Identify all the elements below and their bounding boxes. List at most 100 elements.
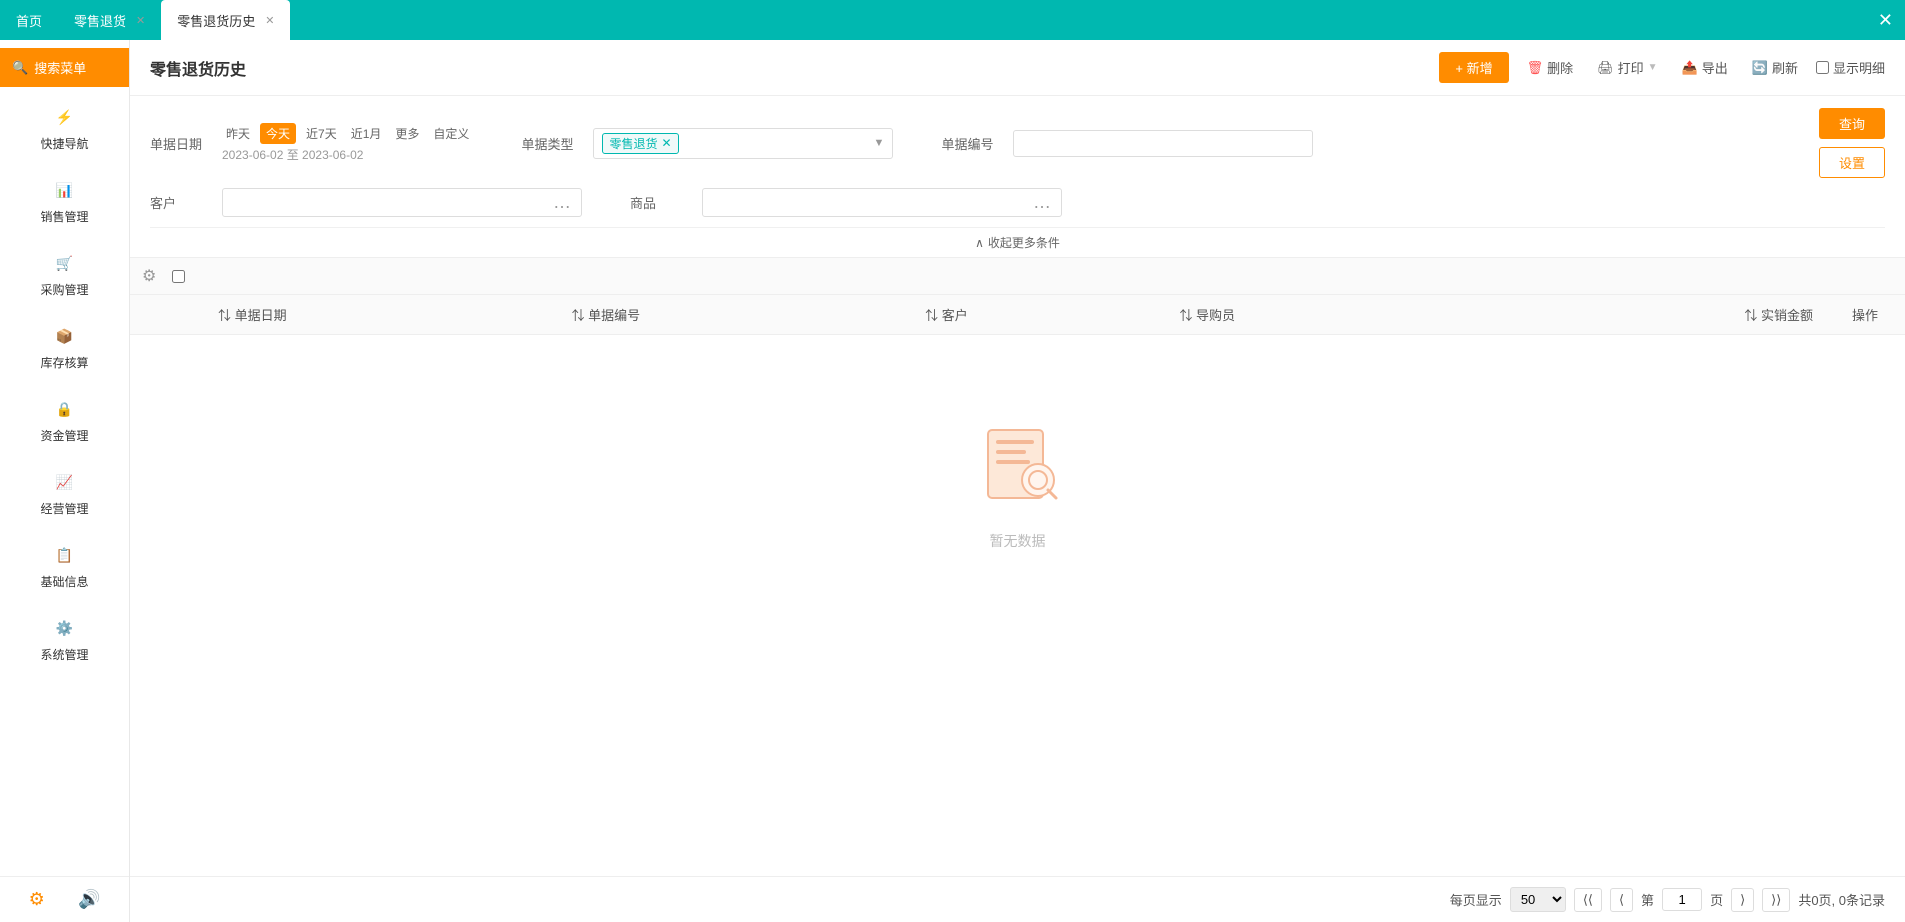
sidebar-item-sales-mgmt[interactable]: 📊 销售管理 [0, 164, 129, 237]
shortcut-today[interactable]: 今天 [260, 123, 296, 144]
sidebar-settings-icon[interactable]: ⚙ [29, 889, 45, 910]
data-table: ⇅ 单据日期 ⇅ 单据编号 ⇅ 客户 ⇅ 导购员 ⇅ 实销金额 [130, 295, 1905, 335]
inventory-icon: 📦 [51, 322, 79, 350]
type-select-arrow-icon: ▼ [874, 137, 885, 149]
delete-button[interactable]: 🗑 删除 [1521, 54, 1580, 81]
refresh-label: 刷新 [1772, 58, 1798, 77]
filter-area: 单据日期 昨天 今天 近7天 近1月 更多 自定义 2023-06-02 至 2… [130, 96, 1905, 257]
date-filter-label: 单据日期 [150, 134, 206, 153]
shortcut-yesterday[interactable]: 昨天 [222, 123, 254, 144]
quick-nav-icon: ⚡ [51, 103, 79, 131]
pagination: 每页显示 10 20 50 100 ⟨⟨ ⟨ 第 页 ⟩ ⟩⟩ 共0页, 0条记… [130, 876, 1905, 922]
tab-retail-return-label: 零售退货 [74, 11, 126, 30]
page-number-input[interactable] [1662, 888, 1702, 911]
print-icon: 🖨 [1597, 60, 1614, 76]
type-tag-text: 零售退货 [609, 135, 657, 152]
page-header: 零售退货历史 + 新增 🗑 删除 🖨 打印 ▼ 📤 导出 🔄 [130, 40, 1905, 96]
th-customer[interactable]: ⇅ 客户 [913, 295, 1167, 335]
th-ops-label: 操作 [1852, 308, 1878, 323]
th-customer-label: ⇅ 客户 [925, 308, 968, 323]
shortcut-1month[interactable]: 近1月 [347, 123, 386, 144]
query-button[interactable]: 查询 [1819, 108, 1885, 139]
search-icon: 🔍 [12, 60, 28, 76]
sidebar-item-quick-nav[interactable]: ⚡ 快捷导航 [0, 91, 129, 164]
sidebar-item-operations-label: 经营管理 [40, 500, 88, 517]
operations-icon: 📈 [51, 468, 79, 496]
sidebar-item-sys-mgmt[interactable]: ⚙️ 系统管理 [0, 602, 129, 675]
table-container: ⚙ ⇅ 单据日期 ⇅ 单据编号 ⇅ 客户 [130, 257, 1905, 922]
refresh-icon: 🔄 [1752, 60, 1768, 76]
prev-page-button[interactable]: ⟨ [1610, 888, 1633, 912]
th-date[interactable]: ⇅ 单据日期 [206, 295, 560, 335]
collapse-up-icon: ∧ [975, 236, 984, 250]
show-detail-checkbox[interactable]: 显示明细 [1816, 58, 1885, 77]
toolbar: + 新增 🗑 删除 🖨 打印 ▼ 📤 导出 🔄 刷新 [1439, 52, 1885, 83]
th-ops: 操作 [1825, 295, 1905, 335]
type-tag: 零售退货 ✕ [602, 133, 678, 154]
sidebar-item-sales-mgmt-label: 销售管理 [40, 208, 88, 225]
print-button[interactable]: 🖨 打印 ▼ [1591, 54, 1663, 81]
add-button[interactable]: + 新增 [1439, 52, 1508, 83]
show-detail-input[interactable] [1816, 61, 1829, 74]
page-label-after: 页 [1710, 890, 1723, 909]
shortcut-more[interactable]: 更多 [391, 123, 423, 144]
tab-retail-return-history-label: 零售退货历史 [177, 11, 255, 30]
sidebar-item-finance[interactable]: 🔒 资金管理 [0, 383, 129, 456]
type-tag-close[interactable]: ✕ [661, 136, 671, 150]
collapse-bar[interactable]: ∧ 收起更多条件 [150, 227, 1885, 257]
tab-retail-return[interactable]: 零售退货 ✕ [58, 0, 161, 40]
sidebar-audio-icon[interactable]: 🔊 [78, 889, 100, 910]
th-voucher-no[interactable]: ⇅ 单据编号 [560, 295, 914, 335]
tab-home-label: 首页 [16, 11, 42, 30]
page-label-before: 第 [1641, 890, 1654, 909]
basic-info-icon: 📋 [51, 541, 79, 569]
tab-retail-return-close[interactable]: ✕ [136, 14, 145, 27]
tab-home[interactable]: 首页 [0, 0, 58, 40]
settings-button[interactable]: 设置 [1819, 147, 1885, 178]
page-size-select[interactable]: 10 20 50 100 [1510, 887, 1566, 912]
table-header: ⇅ 单据日期 ⇅ 单据编号 ⇅ 客户 ⇅ 导购员 ⇅ 实销金额 [130, 295, 1905, 335]
customer-input[interactable]: … [222, 188, 582, 217]
window-close-button[interactable]: ✕ [1878, 10, 1893, 31]
last-page-button[interactable]: ⟩⟩ [1762, 888, 1790, 912]
tab-retail-return-history[interactable]: 零售退货历史 ✕ [161, 0, 290, 40]
tab-retail-return-history-close[interactable]: ✕ [265, 14, 274, 27]
collapse-label: 收起更多条件 [988, 234, 1060, 251]
refresh-button[interactable]: 🔄 刷新 [1746, 54, 1804, 81]
shortcut-custom[interactable]: 自定义 [429, 123, 473, 144]
goods-input[interactable]: … [702, 188, 1062, 217]
delete-icon: 🗑 [1527, 60, 1544, 76]
sidebar-item-inventory[interactable]: 📦 库存核算 [0, 310, 129, 383]
content-area: 零售退货历史 + 新增 🗑 删除 🖨 打印 ▼ 📤 导出 🔄 [130, 40, 1905, 922]
table-settings-icon[interactable]: ⚙ [142, 266, 156, 286]
export-button[interactable]: 📤 导出 [1676, 54, 1734, 81]
sidebar-item-operations[interactable]: 📈 经营管理 [0, 456, 129, 529]
sidebar-bottom: ⚙ 🔊 [0, 876, 129, 922]
page-title: 零售退货历史 [150, 56, 246, 80]
total-records: 共0页, 0条记录 [1798, 890, 1885, 909]
empty-state: 暂无数据 [130, 335, 1905, 631]
th-date-label: ⇅ 单据日期 [218, 308, 287, 323]
print-arrow-icon: ▼ [1648, 62, 1658, 73]
sidebar-item-basic-info-label: 基础信息 [40, 573, 88, 590]
voucher-no-input[interactable] [1013, 130, 1313, 157]
sidebar-search-menu[interactable]: 🔍 搜索菜单 [0, 48, 129, 87]
shortcut-7days[interactable]: 近7天 [302, 123, 341, 144]
sidebar-item-finance-label: 资金管理 [40, 427, 88, 444]
voucher-no-filter-label: 单据编号 [941, 134, 997, 153]
th-amount[interactable]: ⇅ 实销金额 [1471, 295, 1825, 335]
purchase-mgmt-icon: 🛒 [51, 249, 79, 277]
next-page-button[interactable]: ⟩ [1731, 888, 1754, 912]
select-all-checkbox[interactable] [172, 270, 185, 283]
sidebar-item-basic-info[interactable]: 📋 基础信息 [0, 529, 129, 602]
first-page-button[interactable]: ⟨⟨ [1574, 888, 1602, 912]
th-guide-label: ⇅ 导购员 [1179, 308, 1235, 323]
show-detail-label: 显示明细 [1833, 58, 1885, 77]
export-icon: 📤 [1682, 60, 1698, 76]
th-guide[interactable]: ⇅ 导购员 [1167, 295, 1471, 335]
type-filter-select[interactable]: 零售退货 ✕ ▼ [593, 128, 893, 159]
filter-row-1: 单据日期 昨天 今天 近7天 近1月 更多 自定义 2023-06-02 至 2… [150, 108, 1885, 178]
sidebar: 🔍 搜索菜单 ⚡ 快捷导航 📊 销售管理 🛒 采购管理 📦 库存核算 🔒 资金管… [0, 40, 130, 922]
empty-icon [968, 415, 1068, 515]
sidebar-item-purchase-mgmt[interactable]: 🛒 采购管理 [0, 237, 129, 310]
